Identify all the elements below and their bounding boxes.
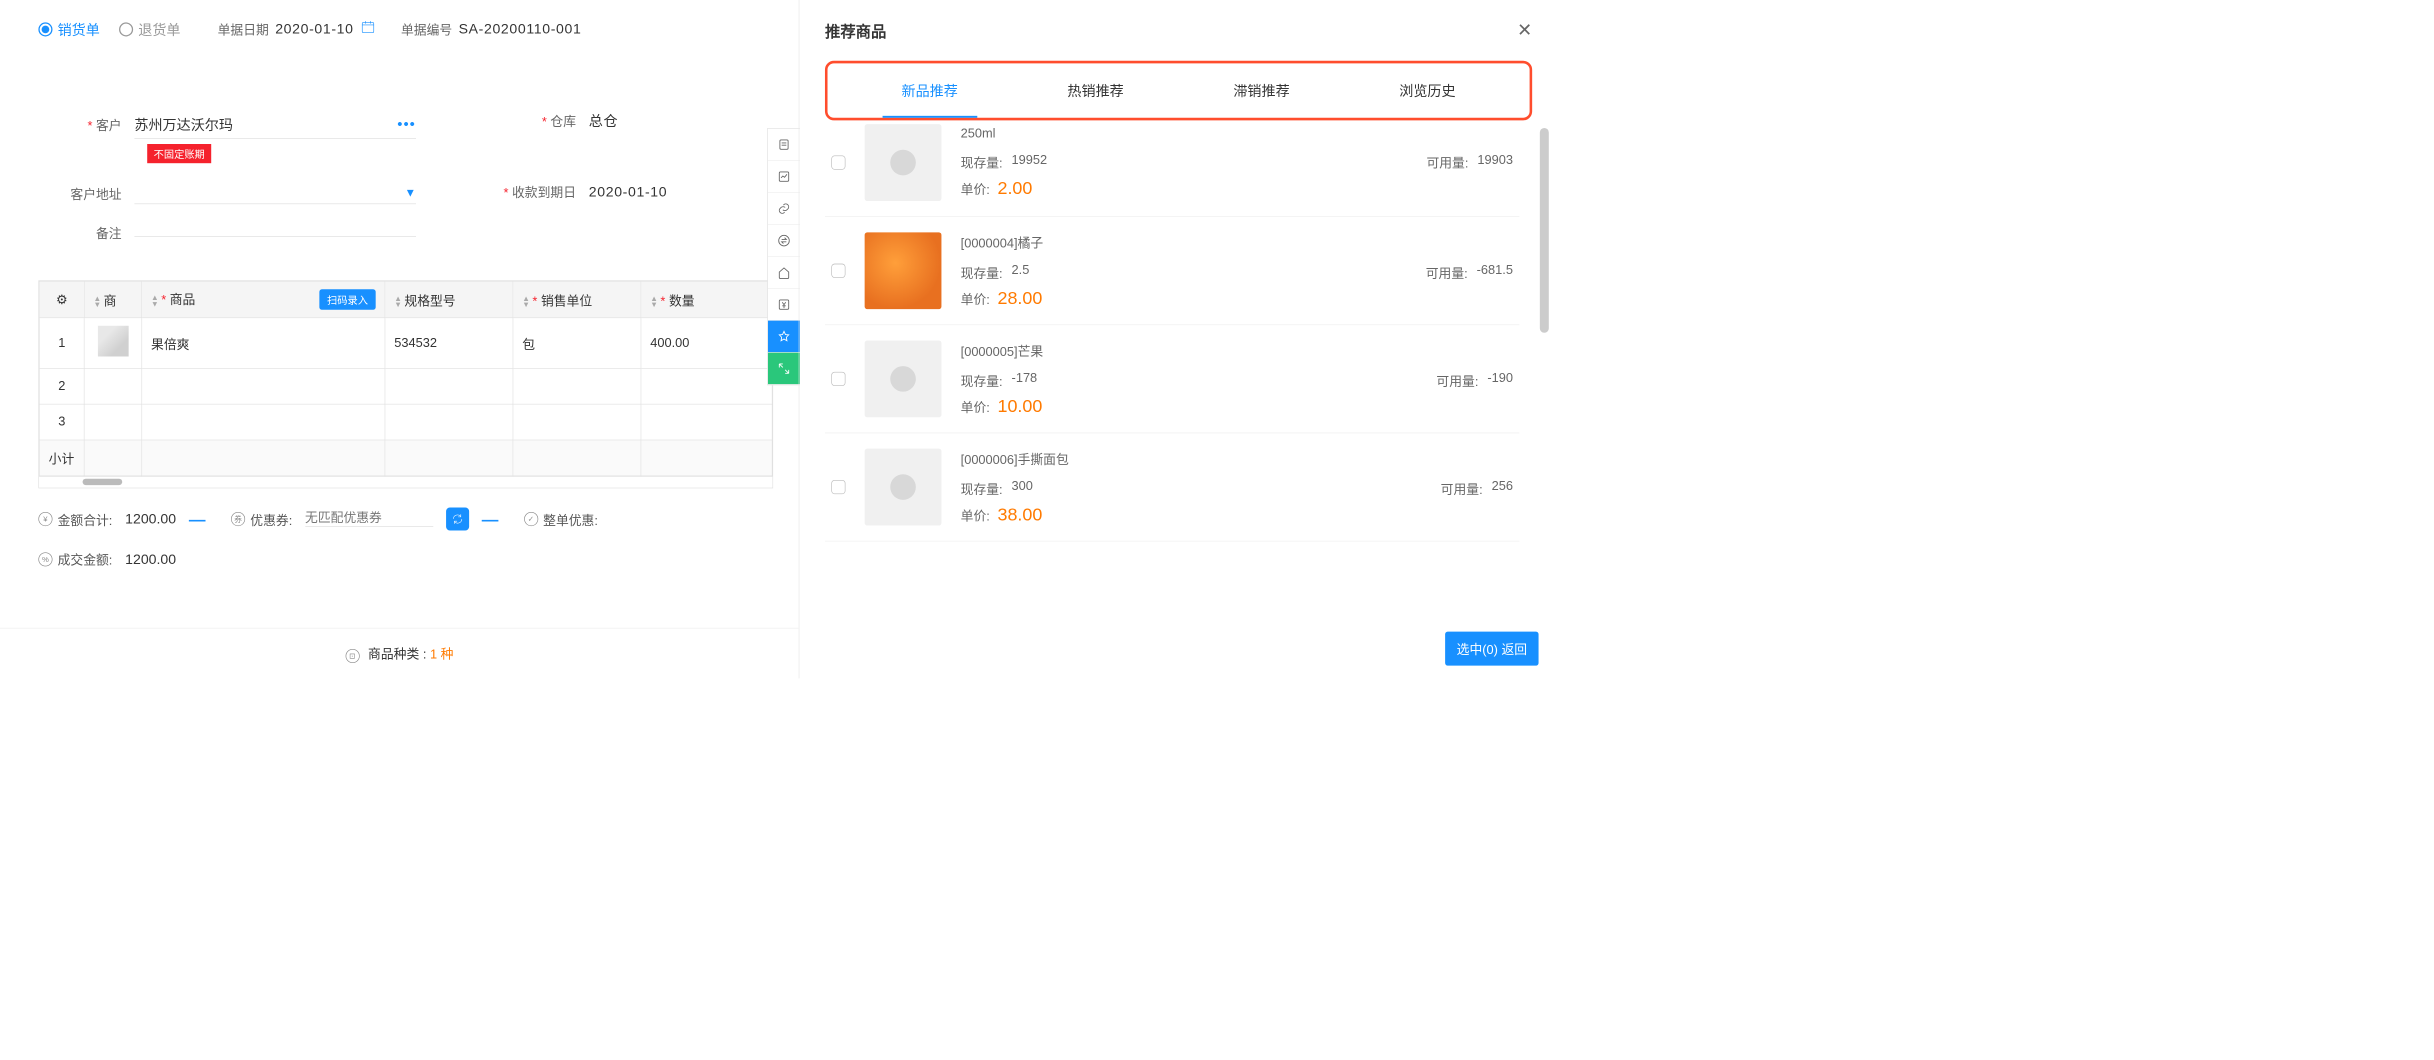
product-image xyxy=(865,340,942,417)
remark-label: 备注 xyxy=(38,223,134,242)
more-icon[interactable]: ••• xyxy=(397,116,416,133)
v-scrollbar[interactable] xyxy=(1540,128,1549,333)
doc-no-label: 单据编号 xyxy=(401,20,452,39)
warehouse-value[interactable]: 总仓 xyxy=(589,110,618,130)
product-checkbox[interactable] xyxy=(831,156,845,170)
doc-date-value[interactable]: 2020-01-10 xyxy=(275,20,353,37)
deal-label: 成交金额: xyxy=(58,550,113,569)
h-scrollbar[interactable] xyxy=(39,476,772,488)
tab-history[interactable]: 浏览历史 xyxy=(1380,68,1475,117)
select-return-button[interactable]: 选中(0) 返回 xyxy=(1445,632,1538,666)
rec-tabs-highlight: 新品推荐 热销推荐 滞销推荐 浏览历史 xyxy=(825,61,1532,121)
col-product[interactable]: 商品扫码录入 xyxy=(142,281,385,317)
coupon-input[interactable] xyxy=(305,511,433,526)
side-toolbar xyxy=(767,128,800,385)
table-row[interactable]: 1果倍爽534532包400.00 xyxy=(39,318,772,369)
subtotal-row: 小计 xyxy=(39,440,772,476)
refresh-button[interactable] xyxy=(446,508,469,531)
col-qty[interactable]: 数量 xyxy=(641,281,772,317)
table-row[interactable]: 2 xyxy=(39,368,772,404)
period-badge: 不固定账期 xyxy=(147,144,211,163)
expand-icon[interactable] xyxy=(768,353,800,385)
product-checkbox[interactable] xyxy=(831,264,845,278)
product-name: [0000006]手撕面包 xyxy=(961,449,1513,468)
col-spec[interactable]: 规格型号 xyxy=(385,281,513,317)
product-checkbox[interactable] xyxy=(831,372,845,386)
coupon-label: 优惠券: xyxy=(250,510,292,529)
panel-title: 推荐商品 xyxy=(825,19,1532,41)
amount-label: 金额合计: xyxy=(58,510,113,529)
tab-hot[interactable]: 热销推荐 xyxy=(1048,68,1143,117)
list-item: [0000006]手撕面包 现存量300 可用量256 单价:38.00 xyxy=(825,433,1519,541)
product-image xyxy=(865,232,942,309)
warehouse-label: 仓库 xyxy=(493,111,589,130)
tab-new[interactable]: 新品推荐 xyxy=(882,68,977,117)
product-checkbox[interactable] xyxy=(831,480,845,494)
product-name: [0000004]橘子 xyxy=(961,233,1513,252)
product-name: 250ml xyxy=(961,127,1513,142)
customer-select[interactable]: 苏州万达沃尔玛 ••• xyxy=(134,110,416,139)
product-image xyxy=(865,449,942,526)
currency-icon[interactable] xyxy=(768,289,800,321)
address-label: 客户地址 xyxy=(38,184,134,203)
house-icon[interactable] xyxy=(768,257,800,289)
deal-value: 1200.00 xyxy=(125,551,176,568)
list-item: 250ml 现存量19952 可用量19903 单价:2.00 xyxy=(825,120,1519,217)
list-item: [0000004]橘子 现存量2.5 可用量-681.5 单价:28.00 xyxy=(825,217,1519,325)
product-image xyxy=(865,124,942,201)
remark-input[interactable] xyxy=(134,228,416,236)
doc-date-label: 单据日期 xyxy=(218,20,269,39)
scan-button[interactable]: 扫码录入 xyxy=(319,289,375,309)
bottom-summary: ⊡ 商品种类 : 1 种 xyxy=(0,628,799,679)
product-list[interactable]: 250ml 现存量19952 可用量19903 单价:2.00 [0000004… xyxy=(825,120,1532,541)
items-table: ⚙ 商 商品扫码录入 规格型号 销售单位 数量 1果倍爽534532包400.0… xyxy=(38,280,773,488)
table-row[interactable]: 3 xyxy=(39,404,772,440)
yen-icon: ¥ xyxy=(38,512,52,526)
minus-icon: — xyxy=(189,509,206,529)
star-icon[interactable] xyxy=(768,321,800,353)
order-discount-label: 整单优惠: xyxy=(543,510,598,529)
gear-icon[interactable]: ⚙ xyxy=(56,293,67,307)
doc-no-value: SA-20200110-001 xyxy=(459,20,582,37)
discount-icon: ✓ xyxy=(524,512,538,526)
amount-value: 1200.00 xyxy=(125,511,176,528)
col-unit[interactable]: 销售单位 xyxy=(513,281,641,317)
cube-icon: ⊡ xyxy=(345,649,359,663)
address-select[interactable]: ▼ xyxy=(134,182,416,204)
due-date[interactable]: 2020-01-10 xyxy=(589,183,667,200)
customer-value: 苏州万达沃尔玛 xyxy=(134,114,233,134)
chart-icon[interactable] xyxy=(768,161,800,193)
deal-icon: % xyxy=(38,552,52,566)
coupon-icon: 券 xyxy=(231,512,245,526)
due-label: 收款到期日 xyxy=(493,182,589,201)
product-name: [0000005]芒果 xyxy=(961,341,1513,360)
chevron-down-icon[interactable]: ▼ xyxy=(405,186,416,199)
calendar-icon[interactable] xyxy=(360,19,375,38)
close-icon[interactable]: ✕ xyxy=(1517,19,1532,40)
notes-icon[interactable] xyxy=(768,129,800,161)
minus-icon: — xyxy=(482,509,499,529)
product-thumb xyxy=(98,326,129,357)
col-img[interactable]: 商 xyxy=(84,281,142,317)
link-icon[interactable] xyxy=(768,193,800,225)
list-item: [0000005]芒果 现存量-178 可用量-190 单价:10.00 xyxy=(825,325,1519,433)
gear-column[interactable]: ⚙ xyxy=(39,281,84,317)
swap-icon[interactable] xyxy=(768,225,800,257)
tab-slow[interactable]: 滞销推荐 xyxy=(1214,68,1309,117)
customer-label: 客户 xyxy=(38,115,134,134)
